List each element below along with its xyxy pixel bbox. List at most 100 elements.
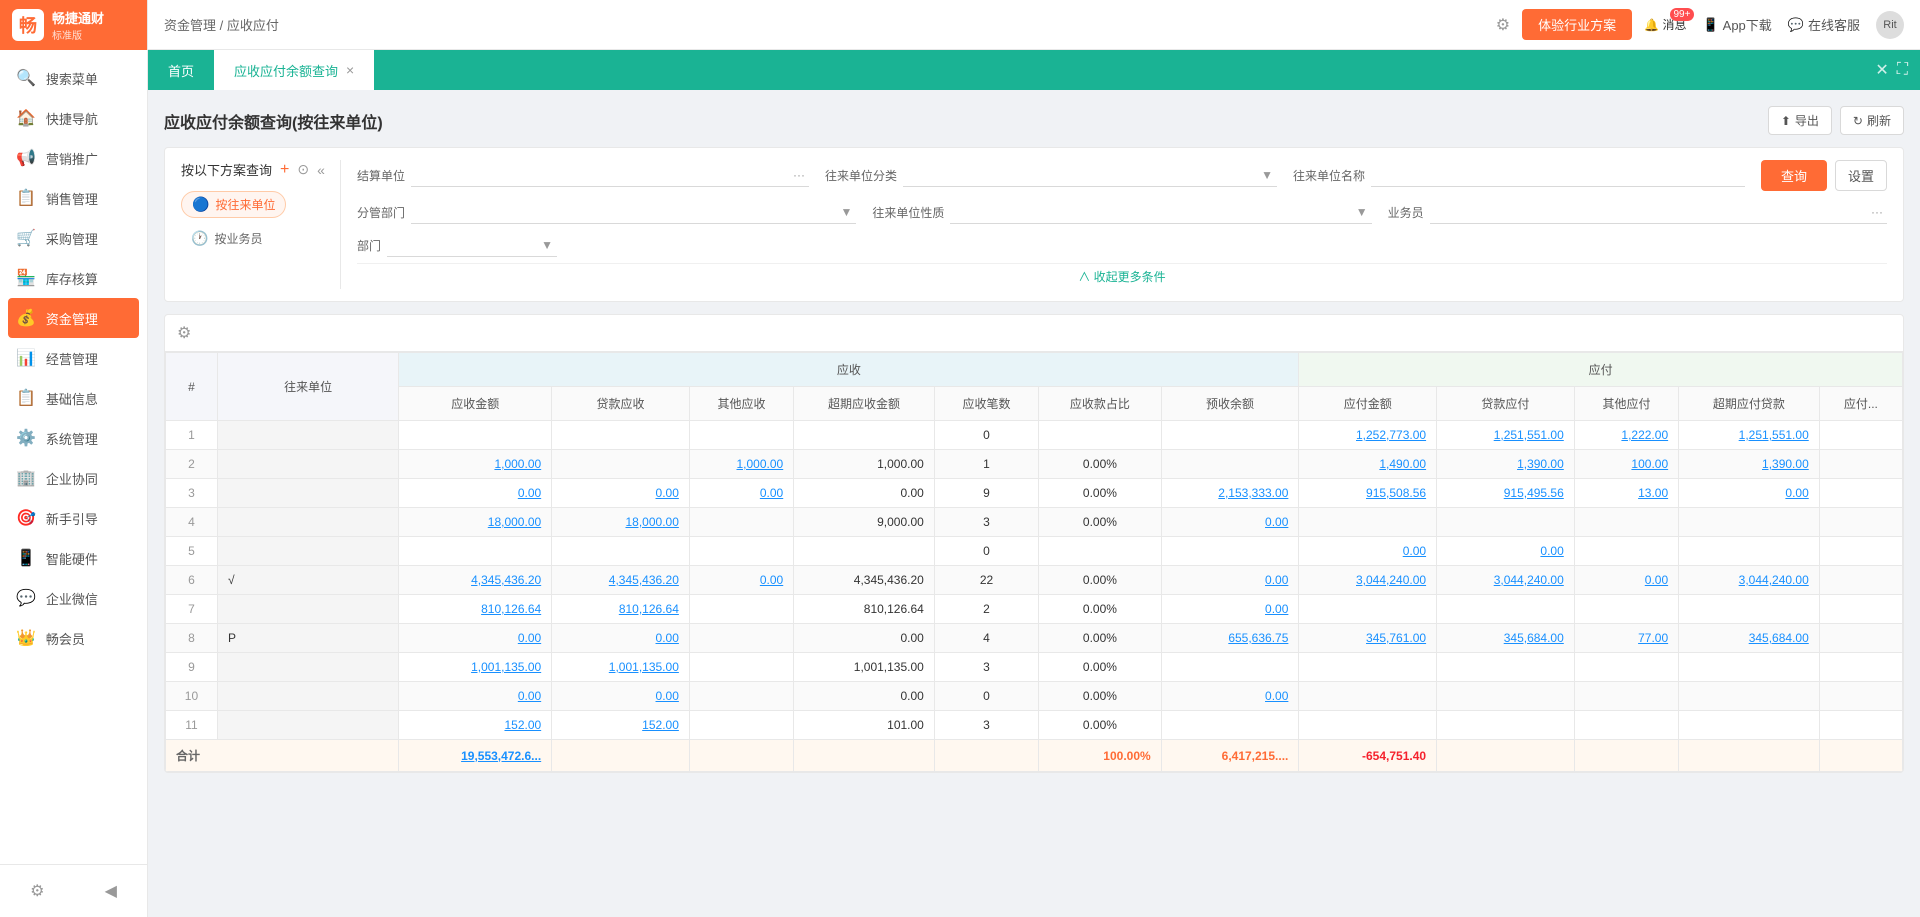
table-row: 500.000.00	[166, 537, 1903, 566]
filter-area: 按以下方案查询 + ⊙ « 🔵 按往来单位 🕐 按业务员	[164, 147, 1904, 302]
filter-collapse-btn[interactable]: ∧ 收起更多条件	[357, 263, 1887, 289]
col-loan-ar: 贷款应收	[552, 387, 690, 421]
salesperson-dots[interactable]: ···	[1871, 205, 1883, 219]
unit-name-input[interactable]	[1371, 164, 1745, 187]
total-ap-amount: -654,751.40	[1299, 740, 1437, 772]
export-button[interactable]: ⬆ 导出	[1768, 106, 1832, 135]
sidebar-item-purchase[interactable]: 🛒 采购管理	[0, 218, 147, 258]
query-button[interactable]: 查询	[1761, 160, 1827, 191]
sidebar-label-wechat: 企业微信	[46, 589, 98, 608]
search-menu-icon: 🔍	[16, 68, 36, 88]
total-other-ar	[689, 740, 793, 772]
settlement-unit-dots[interactable]: ···	[793, 168, 805, 182]
filter-collapse-icon[interactable]: «	[317, 162, 325, 178]
tabbar-controls: ✕ ⛶	[1863, 50, 1920, 90]
enterprise-icon: 🏢	[16, 468, 36, 488]
col-header-num: #	[166, 353, 218, 421]
tab-home[interactable]: 首页	[148, 50, 214, 90]
sidebar-settings-btn[interactable]: ⚙	[24, 875, 50, 907]
table-row: 100.000.000.0000.00%0.00	[166, 682, 1903, 711]
inventory-icon: 🏪	[16, 268, 36, 288]
sidebar-item-operations[interactable]: 📊 经营管理	[0, 338, 147, 378]
sidebar-item-sales[interactable]: 📋 销售管理	[0, 178, 147, 218]
logo-icon: 畅	[12, 9, 44, 41]
scheme-item-by-employee[interactable]: 🕐 按业务员	[181, 226, 272, 251]
close-tab-btn[interactable]: ✕	[1875, 60, 1888, 80]
scheme-item-by-unit[interactable]: 🔵 按往来单位	[181, 191, 286, 218]
sidebar-logo: 畅 畅捷通财 标准版	[0, 0, 147, 50]
refresh-icon: ↻	[1853, 114, 1863, 128]
sidebar-item-guide[interactable]: 🎯 新手引导	[0, 498, 147, 538]
sidebar-item-enterprise[interactable]: 🏢 企业协同	[0, 458, 147, 498]
filter-add-btn[interactable]: +	[280, 161, 289, 179]
dept-head-arrow[interactable]: ▼	[840, 205, 852, 219]
unit-category-arrow[interactable]: ▼	[1261, 168, 1273, 182]
scheme-icon-by-unit: 🔵	[192, 196, 209, 213]
download-icon: 📱	[1702, 17, 1718, 33]
unit-nature-arrow[interactable]: ▼	[1356, 205, 1368, 219]
member-icon: 👑	[16, 628, 36, 648]
sidebar: 畅 畅捷通财 标准版 🔍 搜索菜单 🏠 快捷导航 📢 营销推广 📋 销售管理 🛒…	[0, 0, 148, 917]
sidebar-item-finance[interactable]: 💰 资金管理	[8, 298, 139, 338]
tab-close-icon[interactable]: ×	[346, 62, 354, 78]
row-unit-cell: √	[217, 566, 398, 595]
col-group-ar: 应收	[399, 353, 1299, 387]
salesperson-label: 业务员	[1388, 204, 1424, 221]
row-num-cell: 5	[166, 537, 218, 566]
user-menu[interactable]: Rit	[1876, 11, 1904, 39]
total-ar-ratio: 100.00%	[1039, 740, 1161, 772]
col-other-ar: 其他应收	[689, 387, 793, 421]
sidebar-item-quick-nav[interactable]: 🏠 快捷导航	[0, 98, 147, 138]
table-row: 8P0.000.000.0040.00%655,636.75345,761.00…	[166, 624, 1903, 653]
scheme-label-by-employee: 按业务员	[214, 230, 262, 247]
filter-scheme-list: 🔵 按往来单位 🕐 按业务员	[181, 191, 328, 251]
department-label: 部门	[357, 237, 381, 254]
sidebar-item-search-menu[interactable]: 🔍 搜索菜单	[0, 58, 147, 98]
notification-badge: 99+	[1670, 8, 1695, 21]
sidebar-item-member[interactable]: 👑 畅会员	[0, 618, 147, 658]
online-service-btn[interactable]: 💬 在线客服	[1788, 15, 1860, 34]
col-ap-suffix: 应付...	[1819, 387, 1902, 421]
row-num-cell: 1	[166, 421, 218, 450]
sidebar-label-member: 畅会员	[46, 629, 85, 648]
settings-gear-icon[interactable]: ⚙	[1496, 15, 1510, 35]
maximize-btn[interactable]: ⛶	[1897, 61, 1908, 79]
page-header: 应收应付余额查询(按往来单位) ⬆ 导出 ↻ 刷新	[164, 106, 1904, 135]
sidebar-collapse-btn[interactable]: ◀	[99, 875, 123, 907]
tab-receivable-query[interactable]: 应收应付余额查询 ×	[214, 50, 374, 90]
row-unit-cell	[217, 682, 398, 711]
total-label-cell: 合计	[166, 740, 399, 772]
sidebar-item-wechat[interactable]: 💬 企业微信	[0, 578, 147, 618]
online-service-label: 在线客服	[1808, 15, 1860, 34]
filter-settings-icon[interactable]: ⊙	[297, 161, 309, 178]
sidebar-menu: 🔍 搜索菜单 🏠 快捷导航 📢 营销推广 📋 销售管理 🛒 采购管理 🏪 库存核…	[0, 50, 147, 864]
notification-icon[interactable]: 🔔 99+ 消息	[1644, 16, 1686, 33]
tab-home-label: 首页	[168, 61, 194, 80]
collapse-arrow-icon: ∧	[1078, 270, 1090, 284]
dept-head-label: 分管部门	[357, 204, 405, 221]
total-other-ap	[1574, 740, 1678, 772]
total-loan-ar	[552, 740, 690, 772]
sidebar-item-basic-info[interactable]: 📋 基础信息	[0, 378, 147, 418]
sidebar-item-marketing[interactable]: 📢 营销推广	[0, 138, 147, 178]
home-icon: 🏠	[16, 108, 36, 128]
table-settings-icon[interactable]: ⚙	[177, 323, 191, 343]
filter-settings-button[interactable]: 设置	[1835, 160, 1887, 191]
col-loan-ap: 贷款应付	[1437, 387, 1575, 421]
col-group-ap: 应付	[1299, 353, 1903, 387]
sidebar-item-inventory[interactable]: 🏪 库存核算	[0, 258, 147, 298]
row-unit-cell	[217, 537, 398, 566]
refresh-button[interactable]: ↻ 刷新	[1840, 106, 1904, 135]
total-ar-amount[interactable]: 19,553,472.6...	[399, 740, 552, 772]
row-unit-cell	[217, 653, 398, 682]
sidebar-item-smart-hw[interactable]: 📱 智能硬件	[0, 538, 147, 578]
tab-receivable-query-label: 应收应付余额查询	[234, 61, 338, 80]
filter-scheme-label: 按以下方案查询	[181, 160, 272, 179]
app-download-btn[interactable]: 📱 App下载	[1702, 15, 1771, 34]
export-icon: ⬆	[1781, 114, 1791, 128]
promo-button[interactable]: 体验行业方案	[1522, 9, 1632, 40]
breadcrumb-text: 资金管理 / 应收应付	[164, 15, 279, 34]
page-actions: ⬆ 导出 ↻ 刷新	[1768, 106, 1904, 135]
sidebar-item-system[interactable]: ⚙️ 系统管理	[0, 418, 147, 458]
department-arrow[interactable]: ▼	[541, 238, 553, 252]
